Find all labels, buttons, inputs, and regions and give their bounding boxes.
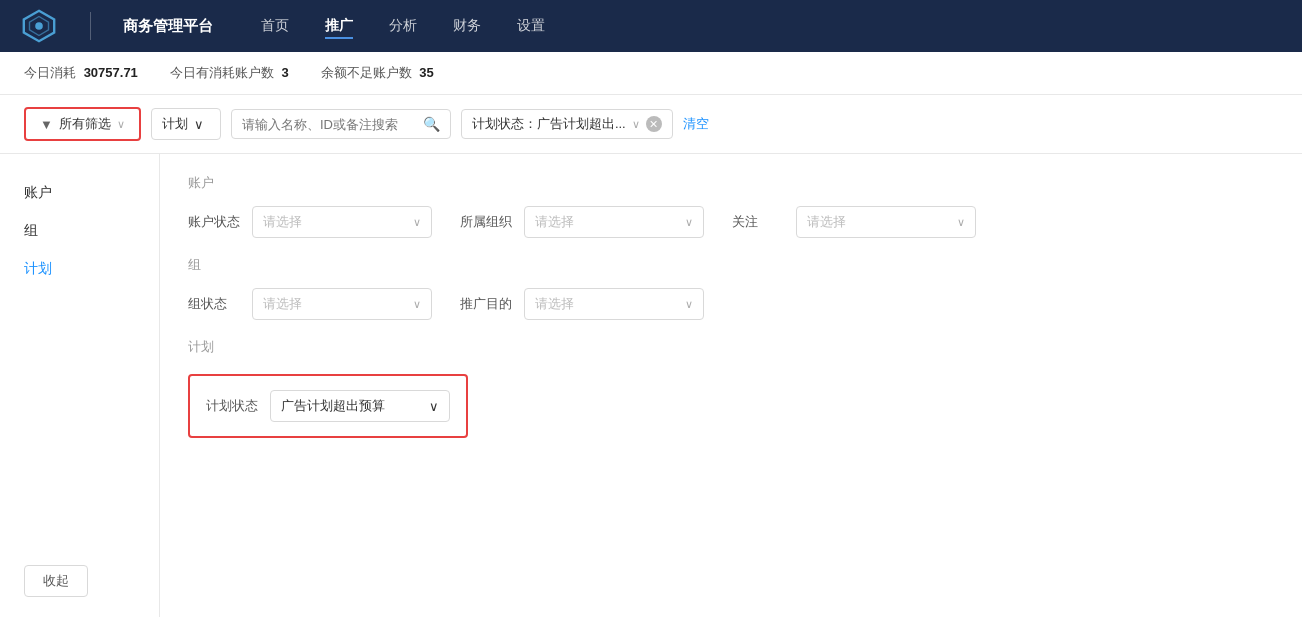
- chevron-down-icon: ∨: [429, 399, 439, 414]
- group-status-label: 组状态: [188, 295, 240, 313]
- account-section-title: 账户: [188, 174, 1274, 192]
- stats-bar: 今日消耗 30757.71 今日有消耗账户数 3 余额不足账户数 35: [0, 52, 1302, 95]
- plan-status-field: 计划状态 广告计划超出预算 ∨: [206, 390, 450, 422]
- nav-brand: 商务管理平台: [123, 17, 213, 36]
- stat-insufficient: 余额不足账户数 35: [321, 64, 434, 82]
- group-status-select[interactable]: 请选择 ∨: [252, 288, 432, 320]
- search-icon: 🔍: [423, 116, 440, 132]
- nav-item-finance[interactable]: 财务: [453, 17, 481, 35]
- funnel-icon: ▼: [40, 117, 53, 132]
- group-status-field: 组状态 请选择 ∨: [188, 288, 432, 320]
- promo-goal-select[interactable]: 请选择 ∨: [524, 288, 704, 320]
- all-filters-button[interactable]: ▼ 所有筛选 ∨: [24, 107, 141, 141]
- main-content: 账户 组 计划 收起 账户 账户状态 请选择 ∨ 所属组织 请选择 ∨: [0, 154, 1302, 617]
- account-status-select[interactable]: 请选择 ∨: [252, 206, 432, 238]
- chevron-down-icon: ∨: [685, 216, 693, 229]
- account-status-field: 账户状态 请选择 ∨: [188, 206, 432, 238]
- filter-tag[interactable]: 计划状态：广告计划超出... ∨ ✕: [461, 109, 673, 139]
- plan-status-select[interactable]: 广告计划超出预算 ∨: [270, 390, 450, 422]
- filter-panel: 账户 账户状态 请选择 ∨ 所属组织 请选择 ∨ 关注 请选择: [160, 154, 1302, 617]
- sidebar: 账户 组 计划 收起: [0, 154, 160, 617]
- nav-bar: 商务管理平台 首页 推广 分析 财务 设置: [0, 0, 1302, 52]
- chevron-down-icon: ∨: [685, 298, 693, 311]
- nav-item-settings[interactable]: 设置: [517, 17, 545, 35]
- group-filter-row: 组状态 请选择 ∨ 推广目的 请选择 ∨: [188, 288, 1274, 320]
- plan-status-label: 计划状态: [206, 397, 258, 415]
- search-input[interactable]: [242, 117, 417, 132]
- nav-item-home[interactable]: 首页: [261, 17, 289, 35]
- stat-today-consume: 今日消耗 30757.71: [24, 64, 138, 82]
- account-status-label: 账户状态: [188, 213, 240, 231]
- plan-section-title: 计划: [188, 338, 1274, 356]
- group-section: 组 组状态 请选择 ∨ 推广目的 请选择 ∨: [188, 256, 1274, 320]
- group-section-title: 组: [188, 256, 1274, 274]
- chevron-down-icon: ∨: [413, 298, 421, 311]
- nav-menu: 首页 推广 分析 财务 设置: [261, 17, 545, 35]
- nav-item-analysis[interactable]: 分析: [389, 17, 417, 35]
- sidebar-item-account[interactable]: 账户: [0, 174, 159, 212]
- follow-label: 关注: [732, 213, 784, 231]
- sidebar-collapse: 收起: [0, 555, 159, 607]
- plan-filter-section: 计划状态 广告计划超出预算 ∨: [188, 374, 468, 438]
- account-filter-row: 账户状态 请选择 ∨ 所属组织 请选择 ∨ 关注 请选择 ∨: [188, 206, 1274, 238]
- filter-bar: ▼ 所有筛选 ∨ 计划 ∨ 🔍 计划状态：广告计划超出... ∨ ✕ 清空: [0, 95, 1302, 154]
- svg-point-2: [35, 22, 43, 30]
- level-dropdown[interactable]: 计划 ∨: [151, 108, 221, 140]
- chevron-down-icon: ∨: [194, 117, 204, 132]
- search-box[interactable]: 🔍: [231, 109, 451, 139]
- follow-select[interactable]: 请选择 ∨: [796, 206, 976, 238]
- sidebar-item-group[interactable]: 组: [0, 212, 159, 250]
- nav-divider: [90, 12, 91, 40]
- logo-icon: [20, 7, 58, 45]
- org-field: 所属组织 请选择 ∨: [460, 206, 704, 238]
- tag-close-button[interactable]: ✕: [646, 116, 662, 132]
- sidebar-menu: 账户 组 计划: [0, 174, 159, 288]
- clear-button[interactable]: 清空: [683, 115, 709, 133]
- collapse-button[interactable]: 收起: [24, 565, 88, 597]
- org-select[interactable]: 请选择 ∨: [524, 206, 704, 238]
- promo-goal-label: 推广目的: [460, 295, 512, 313]
- nav-item-promo[interactable]: 推广: [325, 17, 353, 35]
- chevron-down-icon: ∨: [632, 118, 640, 131]
- chevron-down-icon: ∨: [413, 216, 421, 229]
- chevron-down-icon: ∨: [957, 216, 965, 229]
- stat-today-accounts: 今日有消耗账户数 3: [170, 64, 289, 82]
- org-label: 所属组织: [460, 213, 512, 231]
- follow-field: 关注 请选择 ∨: [732, 206, 976, 238]
- promo-goal-field: 推广目的 请选择 ∨: [460, 288, 704, 320]
- sidebar-item-plan[interactable]: 计划: [0, 250, 159, 288]
